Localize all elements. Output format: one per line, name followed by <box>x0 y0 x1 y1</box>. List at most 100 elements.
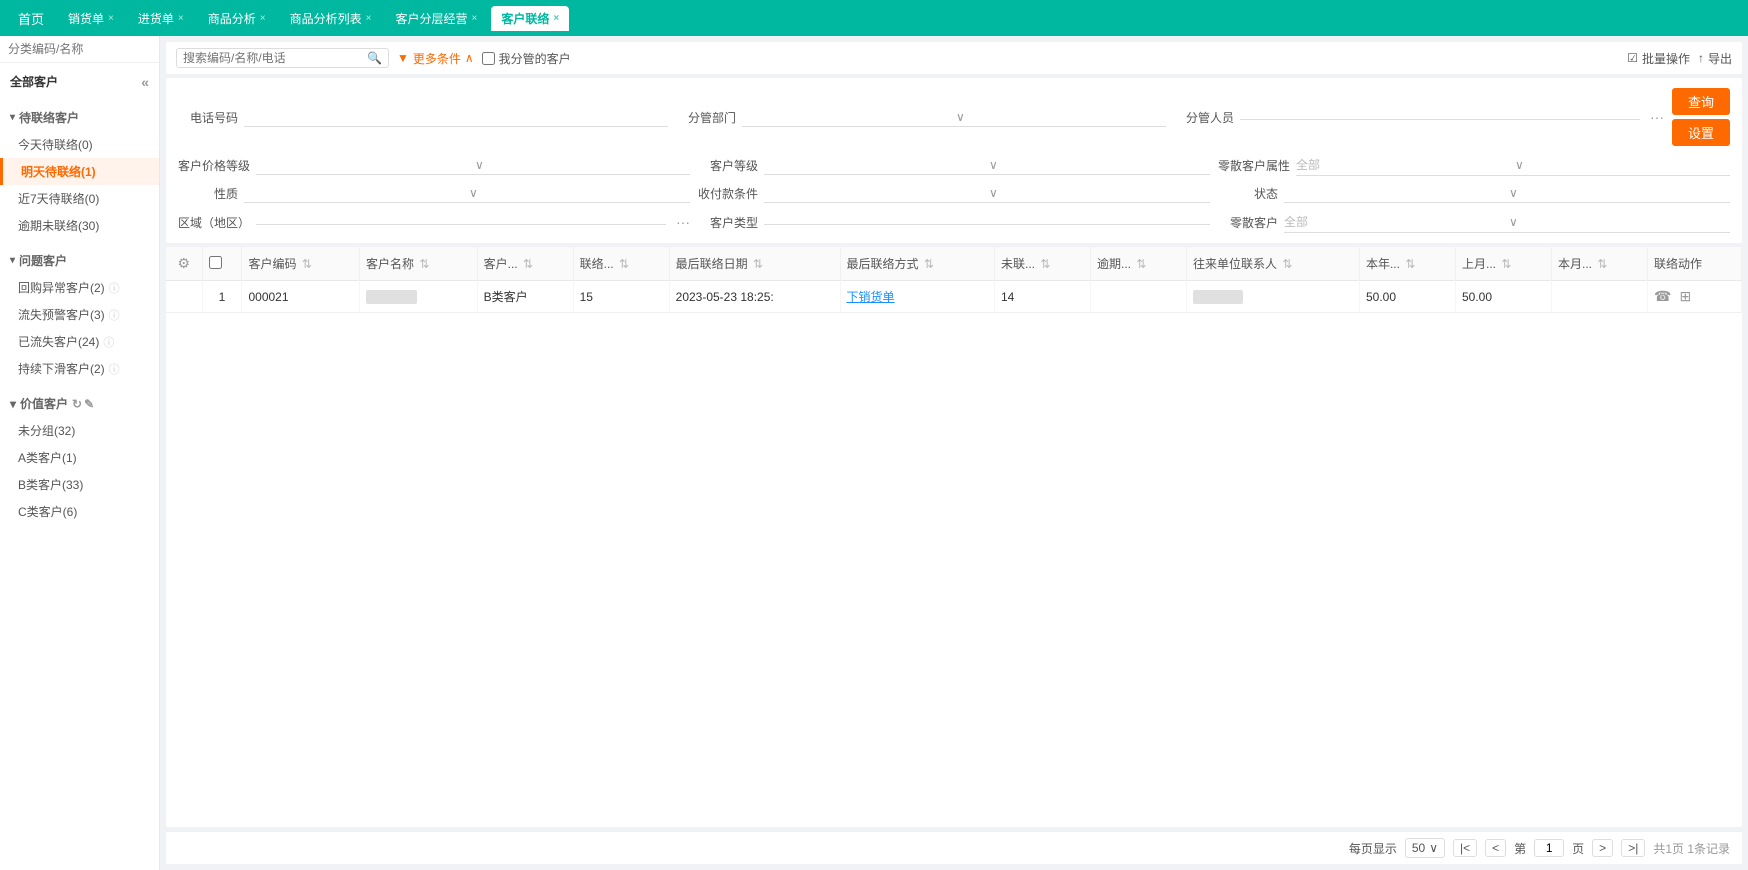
nav-sales-order[interactable]: 销货单 × <box>58 6 124 31</box>
sidebar-group-problem[interactable]: ▾ 问题客户 <box>0 247 159 274</box>
filter-price-level-select[interactable]: ∨ <box>256 156 690 175</box>
th-not-contacted[interactable]: 未联... ⇅ <box>995 247 1091 281</box>
sort-icon: ⇅ <box>1282 257 1292 271</box>
th-type[interactable]: 客户... ⇅ <box>477 247 573 281</box>
th-name[interactable]: 客户名称 ⇅ <box>360 247 478 281</box>
export-btn[interactable]: ↑ 导出 <box>1698 50 1732 67</box>
page-input[interactable] <box>1534 839 1564 857</box>
th-last-month[interactable]: 上月... ⇅ <box>1455 247 1551 281</box>
close-icon[interactable]: × <box>366 13 372 24</box>
sidebar-group-pending[interactable]: ▾ 待联络客户 <box>0 104 159 131</box>
sidebar-item-declining[interactable]: 持续下滑客户(2) ⓘ <box>0 355 159 382</box>
th-code[interactable]: 客户编码 ⇅ <box>242 247 360 281</box>
contact-action-icon[interactable]: ☎ <box>1654 288 1671 305</box>
sidebar-search-input[interactable] <box>8 42 160 56</box>
th-this-year[interactable]: 本年... ⇅ <box>1359 247 1455 281</box>
my-customers-checkbox[interactable]: 我分管的客户 <box>482 50 571 67</box>
filter-customer-level-select[interactable]: ∨ <box>764 156 1210 175</box>
batch-operation-btn[interactable]: ☑ 批量操作 <box>1627 50 1690 67</box>
th-settings[interactable]: ⚙ <box>166 247 202 281</box>
sidebar-item-a-class[interactable]: A类客户(1) <box>0 444 159 471</box>
sidebar-item-c-class[interactable]: C类客户(6) <box>0 498 159 525</box>
sidebar-item-churned[interactable]: 已流失客户(24) ⓘ <box>0 328 159 355</box>
nav-product-analysis[interactable]: 商品分析 × <box>198 6 276 31</box>
search-input[interactable] <box>183 51 363 65</box>
close-icon[interactable]: × <box>108 13 114 24</box>
sidebar-item-churn-warning[interactable]: 流失预警客户(3) ⓘ <box>0 301 159 328</box>
sidebar-item-abnormal[interactable]: 回购异常客户(2) ⓘ <box>0 274 159 301</box>
filter-status-select[interactable]: ∨ <box>1284 184 1730 203</box>
th-overdue[interactable]: 逾期... ⇅ <box>1091 247 1187 281</box>
toolbar-right: ☑ 批量操作 ↑ 导出 <box>1627 50 1732 67</box>
filter-manager-select[interactable] <box>1240 115 1640 120</box>
sidebar-search-wrap: 🔍 <box>0 36 159 63</box>
sort-icon: ⇅ <box>523 257 533 271</box>
pagination: 每页显示 50 ∨ |< < 第 页 > >| 共1页 1条记录 <box>166 831 1742 864</box>
info-icon: ⓘ <box>109 361 120 377</box>
filter-row-2: 客户价格等级 ∨ 客户等级 ∨ 零散客户属性 全部 <box>178 154 1730 176</box>
my-customers-check[interactable] <box>482 52 495 65</box>
info-icon: ⓘ <box>103 334 114 350</box>
sidebar-item-b-class[interactable]: B类客户(33) <box>0 471 159 498</box>
th-contact[interactable]: 联络... ⇅ <box>573 247 669 281</box>
sidebar-item-overdue[interactable]: 逾期未联络(30) <box>0 212 159 239</box>
table-wrap: ⚙ 客户编码 ⇅ 客户名称 ⇅ <box>166 247 1742 827</box>
close-icon[interactable]: × <box>260 13 266 24</box>
sidebar-all-customers[interactable]: 全部客户 « <box>0 67 159 96</box>
th-unit-contact[interactable]: 往来单位联系人 ⇅ <box>1187 247 1360 281</box>
td-code: 000021 <box>242 281 360 313</box>
per-page-select[interactable]: 50 ∨ <box>1405 838 1445 858</box>
filter-price-level: 客户价格等级 ∨ <box>178 156 690 175</box>
sidebar-item-tomorrow[interactable]: 明天待联络(1) <box>0 158 159 185</box>
last-page-btn[interactable]: >| <box>1621 839 1645 857</box>
edit-icon[interactable]: ✎ <box>84 397 94 411</box>
th-this-month[interactable]: 本月... ⇅ <box>1552 247 1648 281</box>
more-action-icon[interactable]: ⊞ <box>1679 288 1691 305</box>
set-button[interactable]: 设置 <box>1672 119 1730 146</box>
filter-customer-level: 客户等级 ∨ <box>698 156 1210 175</box>
close-icon[interactable]: × <box>178 13 184 24</box>
sort-icon: ⇅ <box>1136 257 1146 271</box>
query-button[interactable]: 查询 <box>1672 88 1730 115</box>
filter-gender-label: 性质 <box>178 185 238 202</box>
filter-phone-input[interactable] <box>244 108 668 127</box>
prev-page-btn[interactable]: < <box>1485 839 1506 857</box>
filter-customer-type-select[interactable] <box>764 220 1210 225</box>
th-last-method[interactable]: 最后联络方式 ⇅ <box>840 247 994 281</box>
last-method-link[interactable]: 下销货单 <box>847 290 895 304</box>
content-area: 🔍 ▼ 更多条件 ∧ 我分管的客户 ☑ 批量操作 ↑ 导出 <box>160 36 1748 870</box>
more-icon[interactable]: ··· <box>676 214 690 230</box>
chevron-down-icon: ∨ <box>989 158 1210 172</box>
filter-gender-select[interactable]: ∨ <box>244 184 690 203</box>
th-last-date[interactable]: 最后联络日期 ⇅ <box>669 247 840 281</box>
filter-dept-select[interactable]: ∨ <box>742 108 1166 127</box>
filter-retail-attr-select[interactable]: 全部 ∨ <box>1296 154 1730 176</box>
filter-area-select[interactable] <box>256 220 666 225</box>
nav-customer-stratification[interactable]: 客户分层经营 × <box>385 6 487 31</box>
sidebar-item-ungrouped[interactable]: 未分组(32) <box>0 417 159 444</box>
nav-purchase-order[interactable]: 进货单 × <box>128 6 194 31</box>
select-all-checkbox[interactable] <box>209 256 222 269</box>
row-checkbox-wrap: 1 <box>209 290 236 304</box>
filter-retail-customer-select[interactable]: 全部 ∨ <box>1284 211 1730 233</box>
search-icon[interactable]: 🔍 <box>367 51 382 65</box>
nav-home[interactable]: 首页 <box>8 5 54 32</box>
close-icon[interactable]: × <box>471 13 477 24</box>
refresh-icon[interactable]: ↻ <box>72 397 82 411</box>
more-conditions-btn[interactable]: ▼ 更多条件 ∧ <box>397 50 474 67</box>
td-settings <box>166 281 202 313</box>
next-page-btn[interactable]: > <box>1592 839 1613 857</box>
first-page-btn[interactable]: |< <box>1453 839 1477 857</box>
nav-customer-contact[interactable]: 客户联络 × <box>491 6 569 31</box>
close-icon[interactable]: × <box>553 13 559 24</box>
filter-icon: ▼ <box>397 51 409 65</box>
filter-payment-select[interactable]: ∨ <box>764 184 1210 203</box>
action-icons: ☎ ⊞ <box>1654 288 1735 305</box>
sidebar-item-today[interactable]: 今天待联络(0) <box>0 131 159 158</box>
sort-icon: ⇅ <box>1501 257 1511 271</box>
settings-icon[interactable]: ⚙ <box>177 255 190 271</box>
nav-product-analysis-list[interactable]: 商品分析列表 × <box>280 6 382 31</box>
sidebar-item-week[interactable]: 近7天待联络(0) <box>0 185 159 212</box>
sidebar-group-value[interactable]: ▾ 价值客户 ↻ ✎ <box>0 390 159 417</box>
more-icon[interactable]: ··· <box>1650 109 1664 125</box>
